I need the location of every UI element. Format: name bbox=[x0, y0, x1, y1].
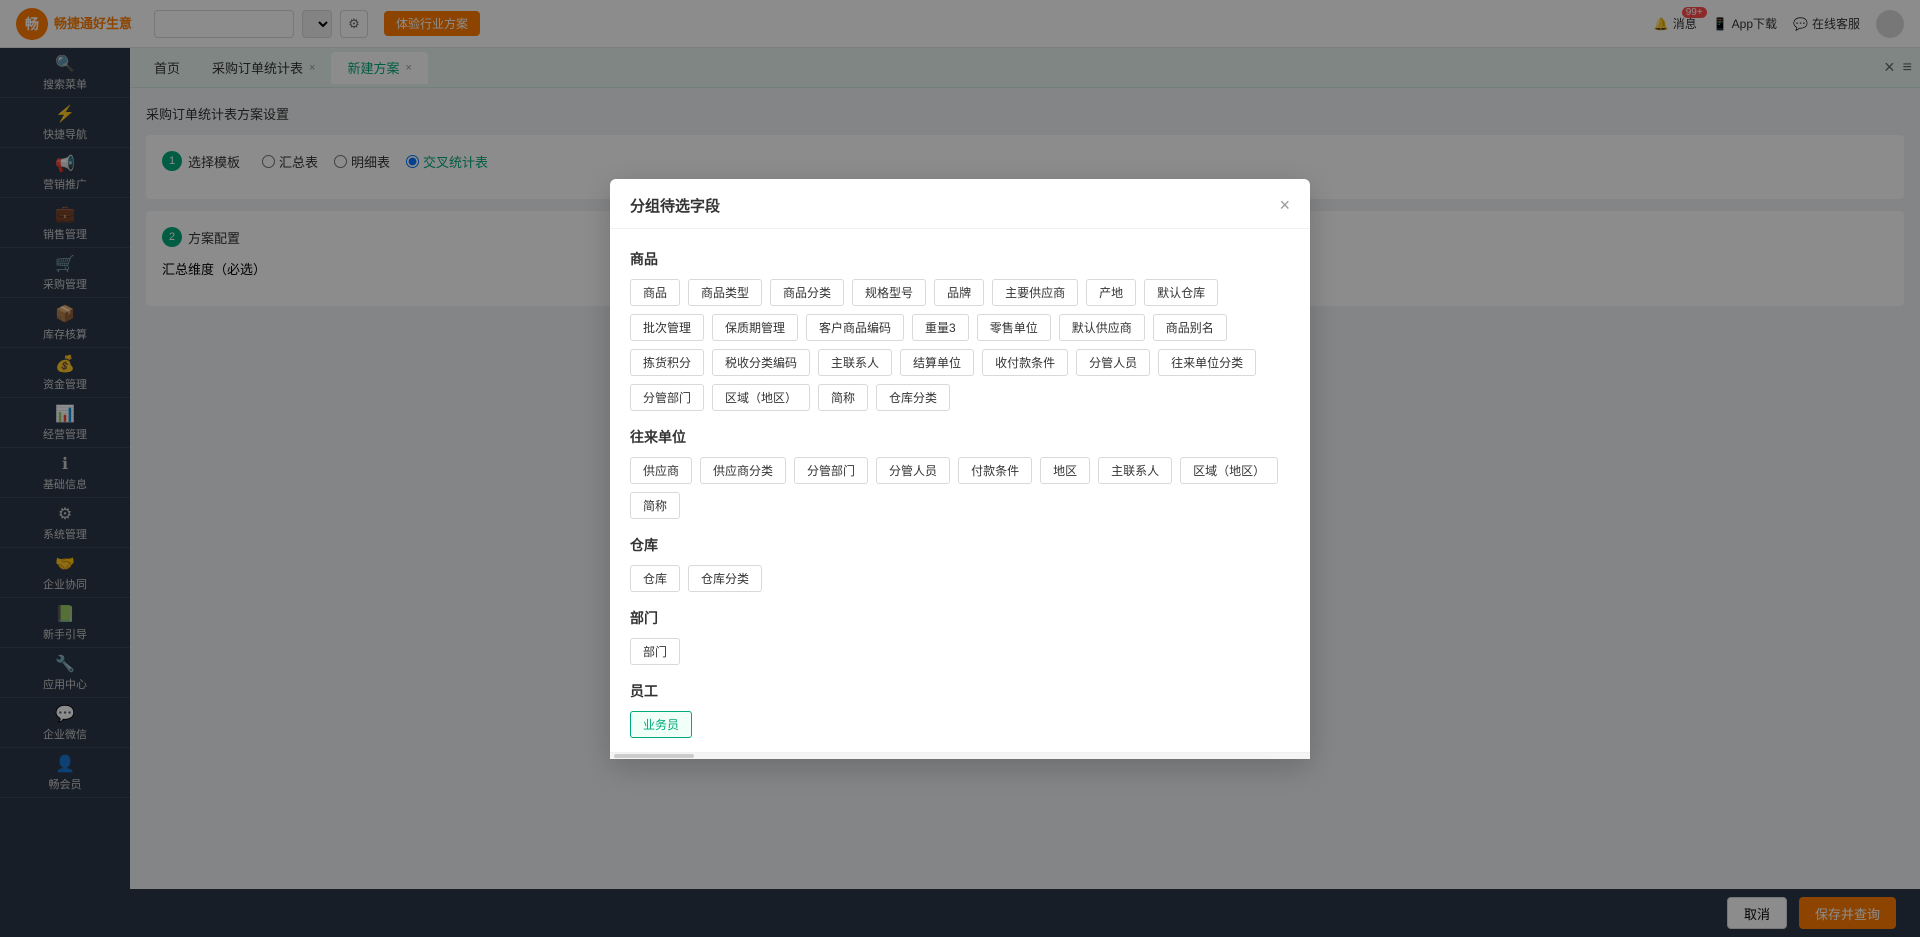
field-tag[interactable]: 默认仓库 bbox=[1144, 279, 1218, 306]
field-tag[interactable]: 保质期管理 bbox=[712, 314, 798, 341]
field-tag[interactable]: 客户商品编码 bbox=[806, 314, 904, 341]
field-tag[interactable]: 主联系人 bbox=[818, 349, 892, 376]
field-tag[interactable]: 收付款条件 bbox=[982, 349, 1068, 376]
section-title-goods: 商品 bbox=[630, 249, 1290, 269]
field-tag[interactable]: 分管人员 bbox=[1076, 349, 1150, 376]
field-tag[interactable]: 零售单位 bbox=[977, 314, 1051, 341]
field-tag[interactable]: 拣货积分 bbox=[630, 349, 704, 376]
field-tag[interactable]: 仓库 bbox=[630, 565, 680, 592]
field-tag[interactable]: 商品分类 bbox=[770, 279, 844, 306]
field-tag[interactable]: 供应商 bbox=[630, 457, 692, 484]
section-title-dept: 部门 bbox=[630, 608, 1290, 628]
field-tag[interactable]: 分管部门 bbox=[630, 384, 704, 411]
field-tag[interactable]: 付款条件 bbox=[958, 457, 1032, 484]
field-tag[interactable]: 简称 bbox=[630, 492, 680, 519]
field-tag[interactable]: 分管部门 bbox=[794, 457, 868, 484]
field-tag[interactable]: 规格型号 bbox=[852, 279, 926, 306]
field-tag[interactable]: 批次管理 bbox=[630, 314, 704, 341]
modal-close-button[interactable]: × bbox=[1279, 195, 1290, 216]
field-tag-employee[interactable]: 业务员 bbox=[630, 711, 692, 738]
modal-hscrollbar[interactable] bbox=[610, 752, 1310, 759]
field-grid-goods: 商品 商品类型 商品分类 规格型号 品牌 主要供应商 产地 默认仓库 批次管理 … bbox=[630, 279, 1290, 411]
field-tag[interactable]: 重量3 bbox=[912, 314, 969, 341]
field-tag[interactable]: 产地 bbox=[1086, 279, 1136, 306]
field-tag[interactable]: 仓库分类 bbox=[876, 384, 950, 411]
field-tag[interactable]: 商品别名 bbox=[1153, 314, 1227, 341]
field-tag[interactable]: 税收分类编码 bbox=[712, 349, 810, 376]
field-tag[interactable]: 简称 bbox=[818, 384, 868, 411]
field-tag[interactable]: 供应商分类 bbox=[700, 457, 786, 484]
field-tag[interactable]: 结算单位 bbox=[900, 349, 974, 376]
modal-overlay: 分组待选字段 × 商品 商品 商品类型 商品分类 规格型号 品牌 主要供应商 产… bbox=[0, 0, 1920, 937]
section-title-employee: 员工 bbox=[630, 681, 1290, 701]
modal-body: 商品 商品 商品类型 商品分类 规格型号 品牌 主要供应商 产地 默认仓库 批次… bbox=[610, 229, 1310, 752]
field-tag[interactable]: 往来单位分类 bbox=[1158, 349, 1256, 376]
modal: 分组待选字段 × 商品 商品 商品类型 商品分类 规格型号 品牌 主要供应商 产… bbox=[610, 179, 1310, 759]
field-grid-dept: 部门 bbox=[630, 638, 1290, 665]
field-tag[interactable]: 分管人员 bbox=[876, 457, 950, 484]
field-tag[interactable]: 商品 bbox=[630, 279, 680, 306]
modal-title: 分组待选字段 bbox=[630, 195, 720, 216]
field-tag[interactable]: 部门 bbox=[630, 638, 680, 665]
field-tag[interactable]: 主联系人 bbox=[1098, 457, 1172, 484]
field-grid-partner: 供应商 供应商分类 分管部门 分管人员 付款条件 地区 主联系人 区域（地区） … bbox=[630, 457, 1290, 519]
section-title-partner: 往来单位 bbox=[630, 427, 1290, 447]
field-tag[interactable]: 主要供应商 bbox=[992, 279, 1078, 306]
field-grid-employee: 业务员 bbox=[630, 711, 1290, 738]
field-tag[interactable]: 默认供应商 bbox=[1059, 314, 1145, 341]
modal-header: 分组待选字段 × bbox=[610, 179, 1310, 229]
field-tag[interactable]: 地区 bbox=[1040, 457, 1090, 484]
hscroll-thumb bbox=[614, 754, 694, 758]
section-title-warehouse: 仓库 bbox=[630, 535, 1290, 555]
field-tag[interactable]: 仓库分类 bbox=[688, 565, 762, 592]
field-tag[interactable]: 品牌 bbox=[934, 279, 984, 306]
field-tag[interactable]: 区域（地区） bbox=[712, 384, 810, 411]
field-grid-warehouse: 仓库 仓库分类 bbox=[630, 565, 1290, 592]
field-tag[interactable]: 区域（地区） bbox=[1180, 457, 1278, 484]
field-tag[interactable]: 商品类型 bbox=[688, 279, 762, 306]
